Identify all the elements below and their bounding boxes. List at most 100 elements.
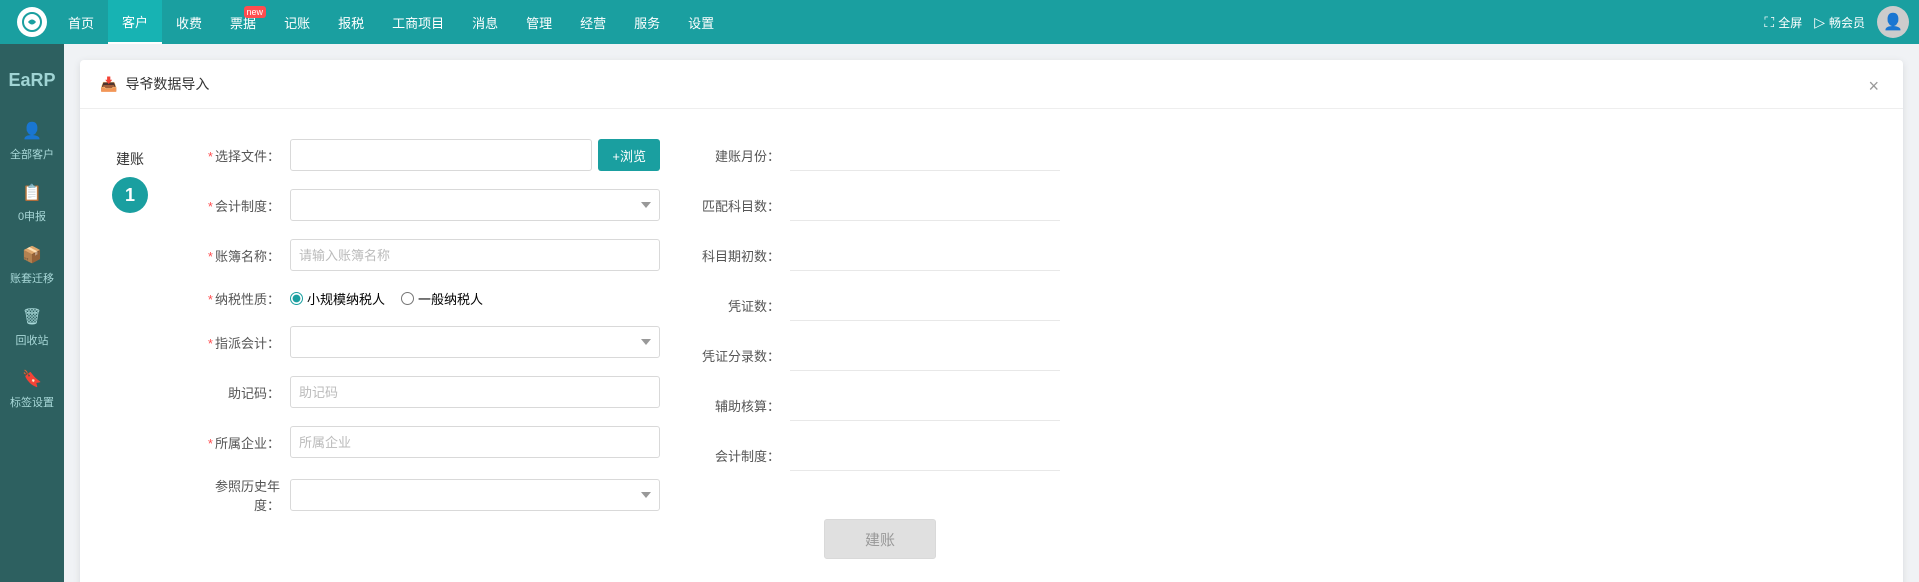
match-subject-value [790,189,1060,221]
dialog-title: 导爷数据导入 [125,74,209,94]
sidebar-item-recycle[interactable]: 🗑 回收站 [0,298,64,356]
file-row: 选择文件： +浏览 [200,139,660,171]
voucher-label: 凭证数： [700,296,790,315]
vip-btn[interactable]: ▷ 畅会员 [1814,14,1865,31]
vip-icon: ▷ [1814,14,1825,31]
tax-type-row: 纳税性质： 小规模纳税人 一般纳税人 [200,289,660,308]
build-month-row: 建账月份： [700,139,1060,171]
memo-input[interactable] [290,376,660,408]
nav-item-fee[interactable]: 收费 [162,0,216,44]
voucher-row: 凭证数： [700,289,1060,321]
layout: EaRP 👤 全部客户 📋 0申报 📦 账套迁移 🗑 回收站 🔖 标签设置 📥 [0,44,1919,582]
file-input-row: +浏览 [290,139,660,171]
sidebar: EaRP 👤 全部客户 📋 0申报 📦 账套迁移 🗑 回收站 🔖 标签设置 [0,44,64,582]
nav-items: 首页 客户 收费 票据 new 记账 报税 工商项目 消息 管理 经营 [54,0,1764,44]
voucher-records-value [790,339,1060,371]
build-month-value [790,139,1060,171]
company-input[interactable] [290,426,660,458]
tag-icon: 🔖 [21,368,43,390]
subject-init-row: 科目期初数： [700,239,1060,271]
tax-small-scale[interactable]: 小规模纳税人 [290,289,385,308]
new-badge: new [244,6,267,18]
accounting-label: 会计制度： [200,196,290,215]
nav-right: ⛶ 全屏 ▷ 畅会员 👤 [1764,6,1909,38]
top-nav: 首页 客户 收费 票据 new 记账 报税 工商项目 消息 管理 经营 [0,0,1919,44]
history-row: 参照历史年度： [200,476,660,514]
aux-calc-value [790,389,1060,421]
nav-item-customer[interactable]: 客户 [108,0,162,44]
dialog-header: 📥 导爷数据导入 [80,60,1903,109]
match-subject-row: 匹配科目数： [700,189,1060,221]
accountant-row: 指派会计： [200,326,660,358]
tax-type-label: 纳税性质： [200,289,290,308]
memo-label: 助记码： [200,383,290,402]
nav-item-tax[interactable]: 报税 [324,0,378,44]
ledger-name-input[interactable] [290,239,660,271]
accountant-select[interactable] [290,326,660,358]
nav-item-invoice[interactable]: 票据 new [216,0,270,44]
dialog-header-icon: 📥 [100,76,117,93]
accounting-row: 会计制度： [200,189,660,221]
ledger-name-label: 账簿名称： [200,246,290,265]
build-month-label: 建账月份： [700,146,790,165]
dialog: 📥 导爷数据导入 × 建账 1 选择文件： [80,60,1903,582]
recycle-icon: 🗑 [21,306,43,328]
sidebar-item-account-migration[interactable]: 📦 账套迁移 [0,236,64,294]
logo [10,0,54,44]
tax-general-radio[interactable] [401,292,414,305]
accounting-system-label: 会计制度： [700,446,790,465]
nav-item-bookkeeping[interactable]: 记账 [270,0,324,44]
nav-item-business[interactable]: 工商项目 [378,0,458,44]
memo-row: 助记码： [200,376,660,408]
company-row: 所属企业： [200,426,660,458]
voucher-value [790,289,1060,321]
fullscreen-icon: ⛶ [1764,14,1774,31]
nav-item-message[interactable]: 消息 [458,0,512,44]
nav-item-service[interactable]: 服务 [620,0,674,44]
history-label: 参照历史年度： [200,476,290,514]
voucher-records-label: 凭证分录数： [700,346,790,365]
aux-calc-label: 辅助核算： [700,396,790,415]
nav-item-manage[interactable]: 管理 [512,0,566,44]
accounting-system-value [790,439,1060,471]
report-icon: 📋 [21,182,43,204]
accounting-system-row: 会计制度： [700,439,1060,471]
fullscreen-btn[interactable]: ⛶ 全屏 [1764,14,1802,31]
subject-init-value [790,239,1060,271]
migration-icon: 📦 [21,244,43,266]
nav-item-home[interactable]: 首页 [54,0,108,44]
company-label: 所属企业： [200,433,290,452]
dialog-close-button[interactable]: × [1860,72,1887,101]
match-subject-label: 匹配科目数： [700,196,790,215]
dialog-body: 建账 1 选择文件： +浏览 会计制度： [80,109,1903,582]
nav-item-settings[interactable]: 设置 [674,0,728,44]
sidebar-logo: EaRP [0,54,64,108]
file-label: 选择文件： [200,146,290,165]
sidebar-item-all-customers[interactable]: 👤 全部客户 [0,112,64,170]
build-btn-row: 建账 [700,489,1060,579]
tax-small-scale-radio[interactable] [290,292,303,305]
accountant-label: 指派会计： [200,333,290,352]
customers-icon: 👤 [21,120,43,142]
step-section: 建账 1 [80,129,180,582]
subject-init-label: 科目期初数： [700,246,790,265]
ledger-name-row: 账簿名称： [200,239,660,271]
nav-item-operation[interactable]: 经营 [566,0,620,44]
step-label: 建账 [116,149,144,169]
step-circle: 1 [112,177,148,213]
file-input[interactable] [290,139,592,171]
form-section: 选择文件： +浏览 会计制度： [180,129,680,582]
avatar[interactable]: 👤 [1877,6,1909,38]
accounting-select[interactable] [290,189,660,221]
sidebar-item-tag-settings[interactable]: 🔖 标签设置 [0,360,64,418]
main-content: 📥 导爷数据导入 × 建账 1 选择文件： [64,44,1919,582]
build-account-button[interactable]: 建账 [824,519,936,559]
aux-calc-row: 辅助核算： [700,389,1060,421]
tax-general[interactable]: 一般纳税人 [401,289,483,308]
tax-type-radio-group: 小规模纳税人 一般纳税人 [290,289,483,308]
browse-button[interactable]: +浏览 [598,139,660,171]
sidebar-item-zero-report[interactable]: 📋 0申报 [0,174,64,232]
voucher-records-row: 凭证分录数： [700,339,1060,371]
history-select[interactable] [290,479,660,511]
info-section: 建账月份： 匹配科目数： 科目期初数： 凭证数： [680,129,1080,582]
